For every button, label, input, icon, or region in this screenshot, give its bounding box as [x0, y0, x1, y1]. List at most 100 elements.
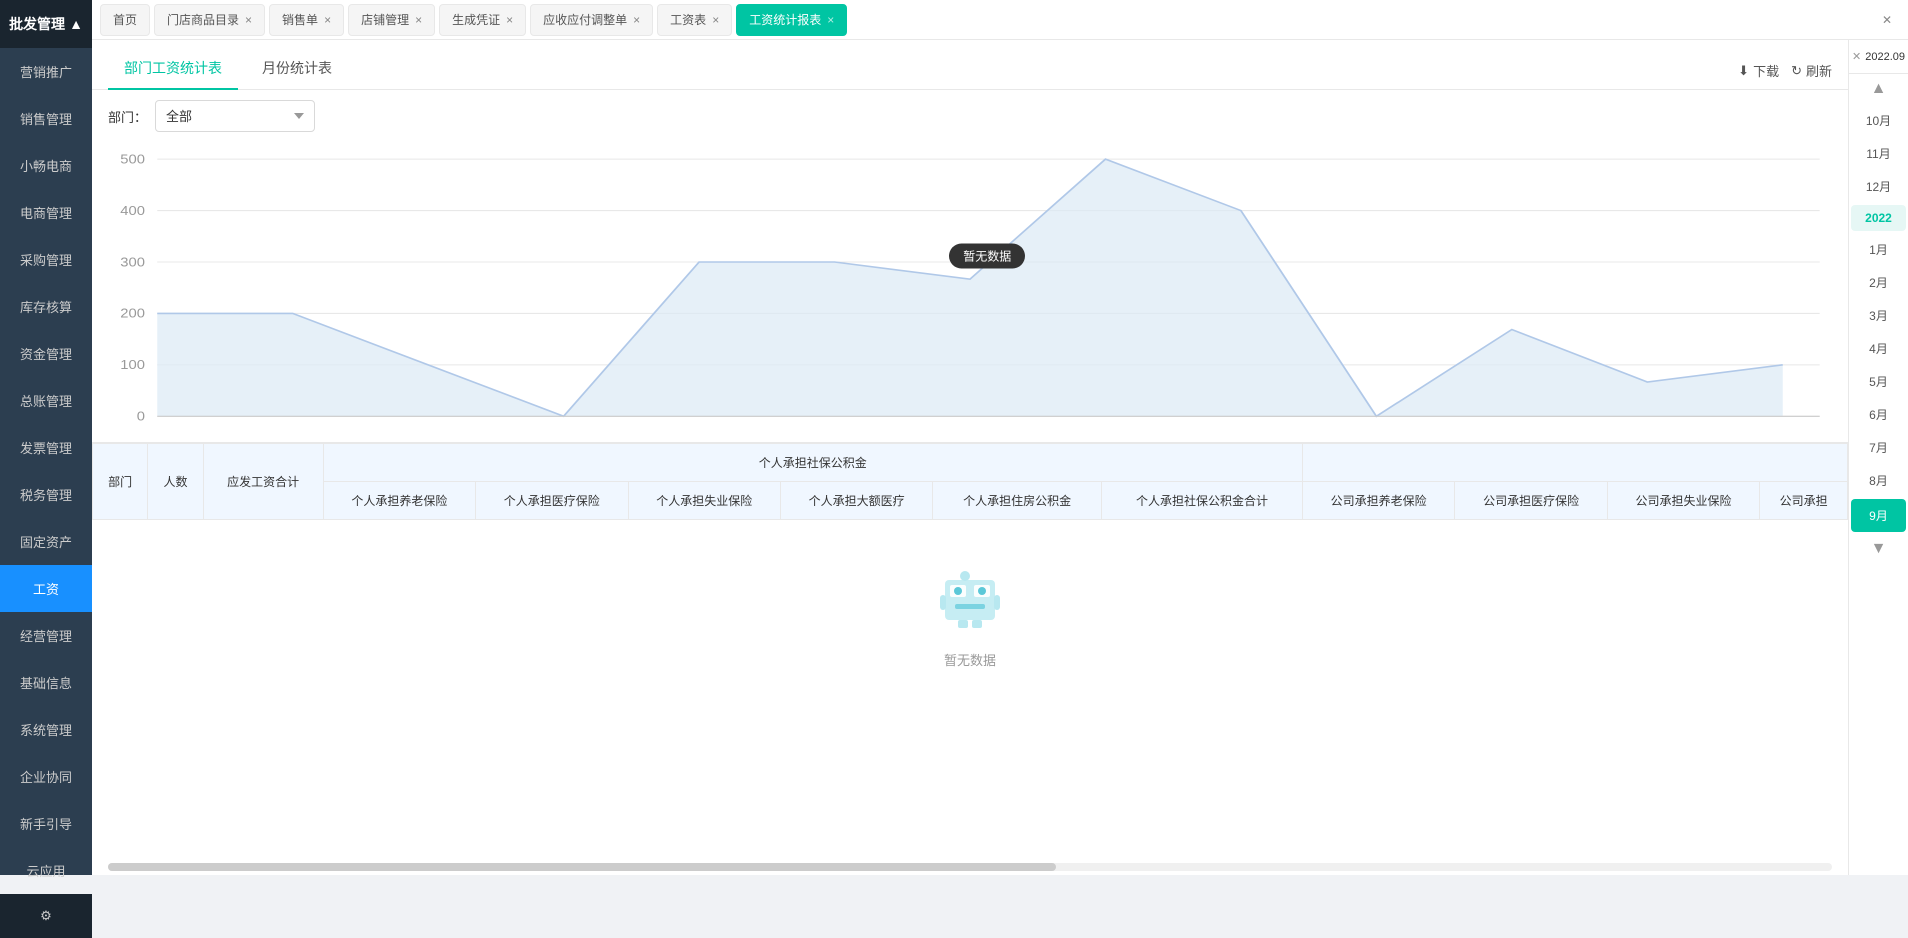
refresh-label: 刷新	[1806, 61, 1832, 80]
svg-text:500: 500	[120, 151, 145, 166]
horizontal-scrollbar[interactable]	[108, 863, 1832, 871]
dept-select[interactable]: 全部	[155, 100, 315, 132]
sidebar-item-营销推广[interactable]: 营销推广	[0, 48, 92, 95]
download-icon: ⬇	[1738, 63, 1749, 79]
tabs-bar: 首页门店商品目录×销售单×店铺管理×生成凭证×应收应付调整单×工资表×工资统计报…	[92, 0, 1908, 40]
sidebar: 批发管理 ▲ 营销推广销售管理小畅电商电商管理采购管理库存核算资金管理总账管理发…	[0, 0, 92, 875]
date-item-2022[interactable]: 2022	[1851, 205, 1906, 231]
date-item-2月[interactable]: 2月	[1849, 266, 1908, 299]
tab-label: 首页	[113, 11, 137, 28]
download-button[interactable]: ⬇ 下载	[1738, 61, 1779, 80]
refresh-button[interactable]: ↻ 刷新	[1791, 61, 1832, 80]
col-personal-total: 个人承担社保公积金合计	[1101, 482, 1302, 520]
sidebar-item-库存核算[interactable]: 库存核算	[0, 283, 92, 330]
date-item-7月[interactable]: 7月	[1849, 431, 1908, 464]
date-panel: ✕ 2022.09 ▲ 10月11月12月20221月2月3月4月5月6月7月8…	[1848, 40, 1908, 875]
tab-工资表[interactable]: 工资表 ×	[657, 4, 732, 36]
close-icon[interactable]: ✕	[1852, 50, 1861, 63]
col-group-personal: 个人承担社保公积金	[323, 444, 1302, 482]
sidebar-item-系统管理[interactable]: 系统管理	[0, 706, 92, 753]
date-item-6月[interactable]: 6月	[1849, 398, 1908, 431]
tab-应收应付调整单[interactable]: 应收应付调整单 ×	[530, 4, 653, 36]
date-item-1月[interactable]: 1月	[1849, 233, 1908, 266]
chart-tooltip: 暂无数据	[949, 244, 1025, 269]
toolbar: 部门： 全部	[92, 90, 1848, 142]
col-personal-pension: 个人承担养老保险	[323, 482, 475, 520]
sidebar-item-资金管理[interactable]: 资金管理	[0, 330, 92, 377]
toolbar-right: ⬇ 下载 ↻ 刷新	[1738, 61, 1832, 80]
tab-close-btn[interactable]: ×	[633, 14, 640, 26]
scroll-thumb[interactable]	[108, 863, 1056, 871]
date-panel-header: ✕ 2022.09	[1849, 40, 1908, 74]
svg-text:300: 300	[120, 254, 145, 269]
data-table: 部门 人数 应发工资合计 个人承担社保公积金 个人承担养老保险 个人承担医疗保险…	[92, 443, 1848, 520]
tab-销售单[interactable]: 销售单 ×	[269, 4, 344, 36]
svg-text:100: 100	[120, 357, 145, 372]
tab-close-btn[interactable]: ×	[245, 14, 252, 26]
date-item-12月[interactable]: 12月	[1849, 170, 1908, 203]
col-personal-housing: 个人承担住房公积金	[933, 482, 1102, 520]
sidebar-item-销售管理[interactable]: 销售管理	[0, 95, 92, 142]
close-all-tabs-button[interactable]: ✕	[1874, 13, 1900, 27]
tab-close-btn[interactable]: ×	[506, 14, 513, 26]
tab-close-btn[interactable]: ×	[712, 14, 719, 26]
col-personal-large-medical: 个人承担大额医疗	[780, 482, 932, 520]
tab-生成凭证[interactable]: 生成凭证×	[439, 4, 526, 36]
svg-text:200: 200	[120, 306, 145, 321]
date-nav-down[interactable]: ▼	[1849, 534, 1908, 564]
content-area: 部门工资统计表月份统计表 ⬇ 下载 ↻ 刷新 部门： 全部	[92, 40, 1908, 875]
tab-门店商品目录[interactable]: 门店商品目录 ×	[154, 4, 265, 36]
date-item-5月[interactable]: 5月	[1849, 365, 1908, 398]
tab-label: 工资统计报表	[749, 11, 821, 28]
tab-label: 店铺管理	[361, 11, 409, 28]
sidebar-item-基础信息[interactable]: 基础信息	[0, 659, 92, 706]
tab-label: 门店商品目录	[167, 11, 239, 28]
date-item-9月[interactable]: 9月	[1851, 499, 1906, 532]
col-count: 人数	[148, 444, 203, 520]
sub-tab-月份统计表[interactable]: 月份统计表	[246, 52, 348, 90]
sidebar-item-固定资产[interactable]: 固定资产	[0, 518, 92, 565]
date-item-8月[interactable]: 8月	[1849, 464, 1908, 497]
sidebar-item-电商管理[interactable]: 电商管理	[0, 189, 92, 236]
tab-close-btn[interactable]: ×	[827, 14, 834, 26]
sidebar-header[interactable]: 批发管理 ▲	[0, 0, 92, 48]
empty-icon	[930, 560, 1010, 640]
sidebar-item-总账管理[interactable]: 总账管理	[0, 377, 92, 424]
tab-close-btn[interactable]: ×	[415, 14, 422, 26]
refresh-icon: ↻	[1791, 63, 1802, 79]
date-item-10月[interactable]: 10月	[1849, 104, 1908, 137]
date-item-4月[interactable]: 4月	[1849, 332, 1908, 365]
tab-首页[interactable]: 首页	[100, 4, 150, 36]
empty-state: 暂无数据	[92, 520, 1848, 709]
date-item-11月[interactable]: 11月	[1849, 137, 1908, 170]
tab-label: 工资表	[670, 11, 706, 28]
date-year-label: 2022.09	[1865, 51, 1905, 63]
sidebar-title: 批发管理	[9, 14, 65, 34]
sidebar-item-工资[interactable]: 工资	[0, 565, 92, 612]
col-company-other: 公司承担	[1760, 482, 1848, 520]
sub-tab-部门工资统计表[interactable]: 部门工资统计表	[108, 52, 238, 90]
col-dept: 部门	[93, 444, 148, 520]
tab-店铺管理[interactable]: 店铺管理 ×	[348, 4, 435, 36]
gear-icon: ⚙	[40, 908, 52, 923]
sidebar-item-云应用[interactable]: 云应用	[0, 847, 92, 894]
svg-text:0: 0	[137, 409, 146, 424]
tab-label: 应收应付调整单	[543, 11, 627, 28]
chart-section: 500 400 300 200 100 0	[92, 142, 1848, 442]
tab-label: 销售单	[282, 11, 318, 28]
sidebar-item-小畅电商[interactable]: 小畅电商	[0, 142, 92, 189]
date-nav-up[interactable]: ▲	[1849, 74, 1908, 104]
sidebar-item-采购管理[interactable]: 采购管理	[0, 236, 92, 283]
svg-text:400: 400	[120, 203, 145, 218]
settings-button[interactable]: ⚙	[0, 894, 92, 938]
sidebar-item-经营管理[interactable]: 经营管理	[0, 612, 92, 659]
sidebar-item-新手引导[interactable]: 新手引导	[0, 800, 92, 847]
date-item-3月[interactable]: 3月	[1849, 299, 1908, 332]
table-section[interactable]: 部门 人数 应发工资合计 个人承担社保公积金 个人承担养老保险 个人承担医疗保险…	[92, 442, 1848, 859]
sidebar-item-税务管理[interactable]: 税务管理	[0, 471, 92, 518]
sidebar-item-企业协同[interactable]: 企业协同	[0, 753, 92, 800]
tab-工资统计报表[interactable]: 工资统计报表 ×	[736, 4, 847, 36]
sidebar-item-发票管理[interactable]: 发票管理	[0, 424, 92, 471]
empty-label: 暂无数据	[944, 650, 996, 669]
tab-close-btn[interactable]: ×	[324, 14, 331, 26]
